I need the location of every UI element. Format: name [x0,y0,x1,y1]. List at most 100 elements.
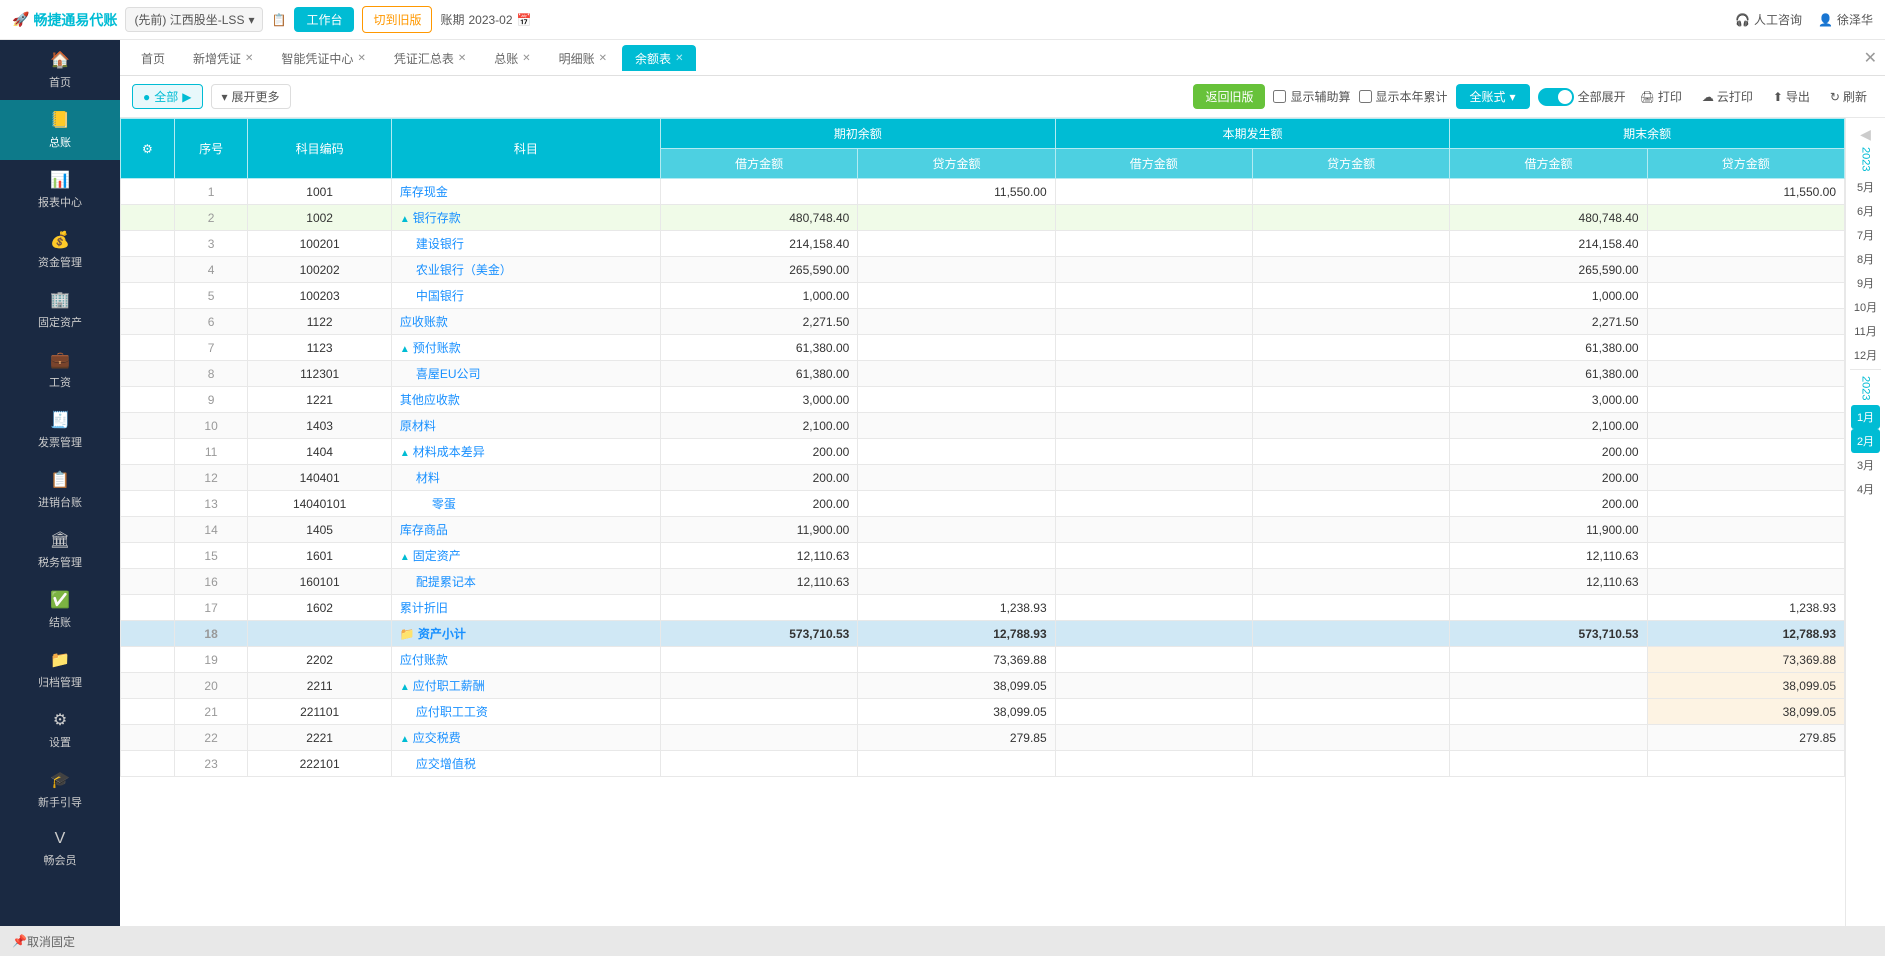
close-tab-new-voucher[interactable]: ✕ [245,53,253,64]
row-subject-2[interactable]: 建设银行 [391,231,660,257]
sidebar-item-invoice[interactable]: 🧾 发票管理 [0,400,120,460]
sidebar-item-reports[interactable]: 📊 报表中心 [0,160,120,220]
return-old-version-button[interactable]: 返回旧版 [1193,84,1265,109]
row-settings-10[interactable] [121,439,175,465]
month-7[interactable]: 7月 [1855,223,1876,247]
sidebar-item-archive[interactable]: 📁 归档管理 [0,640,120,700]
tab-balance[interactable]: 余额表 ✕ [622,45,696,71]
row-subject-1[interactable]: ▲银行存款 [391,205,660,231]
row-settings-6[interactable] [121,335,175,361]
sidebar-item-ledger[interactable]: 📒 总账 [0,100,120,160]
row-settings-4[interactable] [121,283,175,309]
row-settings-7[interactable] [121,361,175,387]
year-2023-label2[interactable]: 2023 [1858,372,1874,404]
expand-all-toggle[interactable]: 全部展开 [1538,88,1626,106]
year-2023-label[interactable]: 2023 [1858,143,1874,175]
row-settings-21[interactable] [121,725,175,751]
print-button[interactable]: 🖨 打印 [1634,85,1688,108]
close-tab-detail-ledger[interactable]: ✕ [599,53,607,64]
row-subject-9[interactable]: 原材料 [391,413,660,439]
unpin-label[interactable]: 取消固定 [27,933,75,950]
export-button[interactable]: ⬆ 导出 [1767,85,1816,108]
close-all-tabs[interactable]: ✕ [1864,48,1877,68]
month-4[interactable]: 4月 [1855,477,1876,501]
row-settings-11[interactable] [121,465,175,491]
row-subject-14[interactable]: ▲固定资产 [391,543,660,569]
sidebar-item-settings[interactable]: ⚙ 设置 [0,700,120,760]
month-10[interactable]: 10月 [1852,295,1879,319]
month-2[interactable]: 2月 [1851,429,1880,453]
row-subject-11[interactable]: 材料 [391,465,660,491]
row-settings-14[interactable] [121,543,175,569]
row-subject-5[interactable]: 应收账款 [391,309,660,335]
row-subject-18[interactable]: 应付账款 [391,647,660,673]
row-settings-20[interactable] [121,699,175,725]
refresh-button[interactable]: ↻ 刷新 [1824,85,1873,108]
display-mode-button[interactable]: 全账式 ▾ [1456,84,1530,109]
row-settings-16[interactable] [121,595,175,621]
row-settings-3[interactable] [121,257,175,283]
row-subject-17[interactable]: 📁资产小计 [391,621,660,647]
close-tab-voucher-summary[interactable]: ✕ [458,53,466,64]
month-11[interactable]: 11月 [1852,319,1878,343]
row-settings-2[interactable] [121,231,175,257]
consult-info[interactable]: 🎧 人工咨询 [1735,11,1802,28]
row-settings-15[interactable] [121,569,175,595]
show-aux-checkbox-label[interactable]: 显示辅助算 [1273,88,1350,105]
row-subject-8[interactable]: 其他应收款 [391,387,660,413]
close-tab-balance[interactable]: ✕ [675,53,683,64]
row-settings-19[interactable] [121,673,175,699]
row-settings-8[interactable] [121,387,175,413]
tab-general-ledger[interactable]: 总账 ✕ [481,45,543,71]
workbench-button[interactable]: 工作台 [294,7,354,32]
row-subject-21[interactable]: ▲应交税费 [391,725,660,751]
all-filter-tag[interactable]: ● 全部 ▶ [132,84,203,109]
row-settings-12[interactable] [121,491,175,517]
calendar-icon[interactable]: 📅 [517,13,532,27]
month-3[interactable]: 3月 [1855,453,1876,477]
sidebar-item-home[interactable]: 🏠 首页 [0,40,120,100]
row-settings-13[interactable] [121,517,175,543]
sidebar-item-assets[interactable]: 🏢 固定资产 [0,280,120,340]
month-8[interactable]: 8月 [1855,247,1876,271]
show-aux-checkbox[interactable] [1273,90,1286,103]
row-subject-12[interactable]: 零蛋 [391,491,660,517]
sidebar-item-tax[interactable]: 🏛 税务管理 [0,520,120,580]
settings-col-header[interactable]: ⚙ [121,119,175,179]
sidebar-item-close[interactable]: ✅ 结账 [0,580,120,640]
row-subject-3[interactable]: 农业银行（美金） [391,257,660,283]
row-settings-1[interactable] [121,205,175,231]
tab-smart-voucher[interactable]: 智能凭证中心 ✕ [268,45,378,71]
row-settings-9[interactable] [121,413,175,439]
month-9[interactable]: 9月 [1855,271,1876,295]
sidebar-item-funds[interactable]: 💰 资金管理 [0,220,120,280]
close-tab-general-ledger[interactable]: ✕ [522,53,530,64]
row-settings-22[interactable] [121,751,175,777]
sidebar-item-guide[interactable]: 🎓 新手引导 [0,760,120,820]
cloud-print-button[interactable]: ☁ 云打印 [1696,85,1759,108]
month-6[interactable]: 6月 [1855,199,1876,223]
sidebar-item-salary[interactable]: 💼 工资 [0,340,120,400]
copy-icon[interactable]: 📋 [271,13,286,27]
row-subject-7[interactable]: 喜屋EU公司 [391,361,660,387]
row-settings-5[interactable] [121,309,175,335]
month-1[interactable]: 1月 [1851,405,1880,429]
month-5[interactable]: 5月 [1855,175,1876,199]
row-subject-6[interactable]: ▲预付账款 [391,335,660,361]
row-settings-17[interactable] [121,621,175,647]
month-12[interactable]: 12月 [1852,343,1879,367]
row-subject-19[interactable]: ▲应付职工薪酬 [391,673,660,699]
expand-more-button[interactable]: ▾ 展开更多 [211,84,291,109]
row-subject-20[interactable]: 应付职工工资 [391,699,660,725]
row-subject-13[interactable]: 库存商品 [391,517,660,543]
switch-version-button[interactable]: 切到旧版 [362,6,432,33]
row-subject-16[interactable]: 累计折旧 [391,595,660,621]
tab-new-voucher[interactable]: 新增凭证 ✕ [180,45,266,71]
show-ytd-checkbox[interactable] [1359,90,1372,103]
row-subject-4[interactable]: 中国银行 [391,283,660,309]
row-settings-0[interactable] [121,179,175,205]
row-subject-15[interactable]: 配提累记本 [391,569,660,595]
sidebar-item-sales[interactable]: 📋 进销台账 [0,460,120,520]
row-subject-0[interactable]: 库存现金 [391,179,660,205]
sidebar-item-member[interactable]: V 畅会员 [0,820,120,878]
